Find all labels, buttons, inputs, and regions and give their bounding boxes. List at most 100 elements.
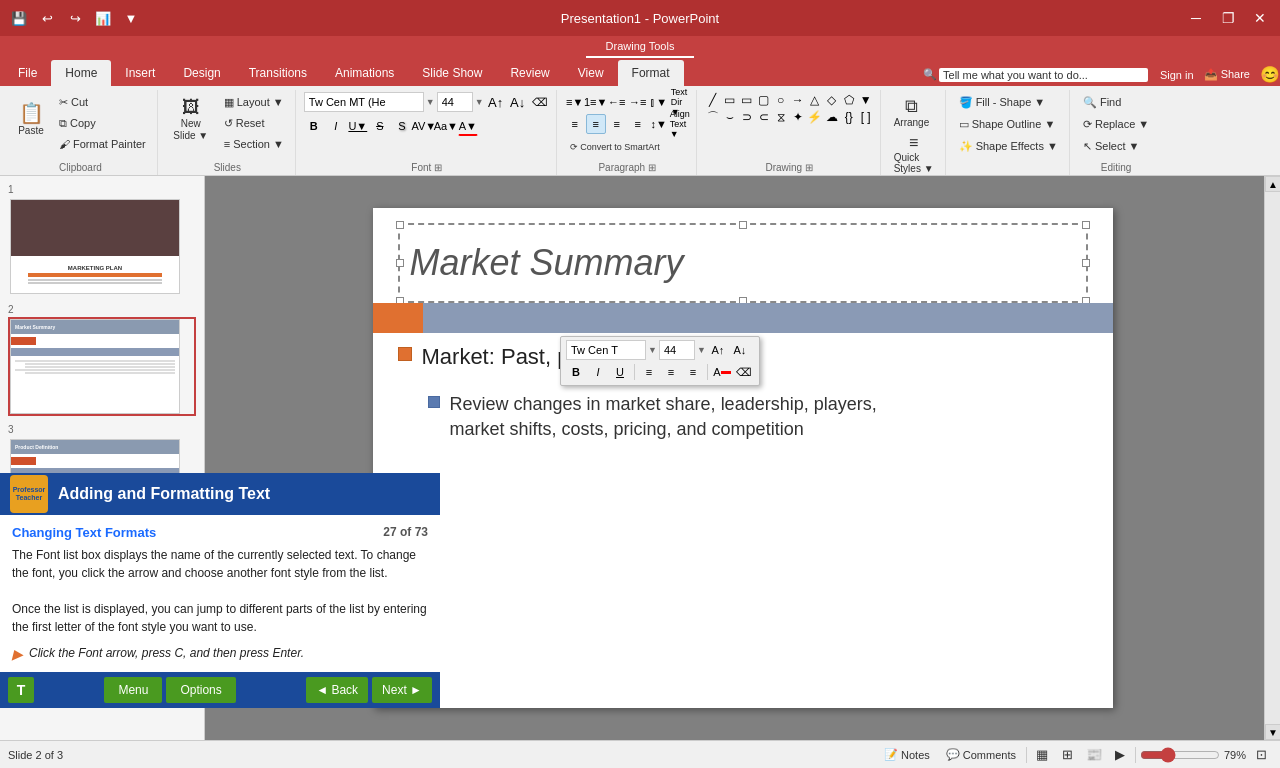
cut-button[interactable]: ✂ Cut — [54, 92, 151, 112]
comments-button[interactable]: 💬 Comments — [940, 745, 1022, 765]
ft-decrease-size[interactable]: A↓ — [730, 340, 750, 360]
prof-t-button[interactable]: T — [8, 677, 34, 703]
close-button[interactable]: ✕ — [1248, 6, 1272, 30]
new-slide-button[interactable]: 🖼 NewSlide ▼ — [166, 92, 216, 148]
shape-diamond[interactable]: ◇ — [824, 92, 840, 108]
shape-rect[interactable]: ▭ — [722, 92, 738, 108]
tab-transitions[interactable]: Transitions — [235, 60, 321, 86]
shapes-more[interactable]: ▼ — [858, 92, 874, 108]
decrease-font-button[interactable]: A↓ — [508, 92, 528, 112]
layout-button[interactable]: ▦ Layout ▼ — [219, 92, 289, 112]
save-button[interactable]: 💾 — [8, 7, 30, 29]
signin-button[interactable]: Sign in — [1160, 69, 1194, 81]
tab-view[interactable]: View — [564, 60, 618, 86]
clear-format-button[interactable]: ⌫ — [530, 92, 550, 112]
char-spacing-button[interactable]: AV▼ — [414, 116, 434, 136]
shape-s4[interactable]: ⊂ — [756, 109, 772, 125]
scroll-down-arrow[interactable]: ▼ — [1265, 724, 1280, 740]
shape-round[interactable]: ▢ — [756, 92, 772, 108]
bullets-button[interactable]: ≡▼ — [565, 92, 585, 112]
ft-font-input[interactable] — [566, 340, 646, 360]
arrange-button[interactable]: ⧉ Arrange — [889, 92, 935, 132]
tab-slideshow[interactable]: Slide Show — [408, 60, 496, 86]
convert-smartart-button[interactable]: ⟳ Convert to SmartArt — [565, 137, 665, 157]
font-size-box[interactable]: 44 — [437, 92, 473, 112]
increase-font-button[interactable]: A↑ — [486, 92, 506, 112]
shape-s3[interactable]: ⊃ — [739, 109, 755, 125]
font-name-box[interactable]: Tw Cen MT (He — [304, 92, 424, 112]
fit-slide-button[interactable]: ⊡ — [1250, 744, 1272, 766]
shape-s8[interactable]: ☁ — [824, 109, 840, 125]
presentation-icon[interactable]: 📊 — [92, 7, 114, 29]
align-center-button[interactable]: ≡ — [586, 114, 606, 134]
shape-effects-button[interactable]: ✨ Shape Effects ▼ — [954, 136, 1063, 156]
reset-button[interactable]: ↺ Reset — [219, 113, 289, 133]
align-right-button[interactable]: ≡ — [607, 114, 627, 134]
ft-font-arrow[interactable]: ▼ — [648, 345, 657, 355]
ft-increase-size[interactable]: A↑ — [708, 340, 728, 360]
zoom-slider[interactable] — [1140, 747, 1220, 763]
view-slideshow-button[interactable]: ▶ — [1109, 744, 1131, 766]
shape-s7[interactable]: ⚡ — [807, 109, 823, 125]
tab-file[interactable]: File — [4, 60, 51, 86]
view-normal-button[interactable]: ▦ — [1031, 744, 1053, 766]
ft-align-left[interactable]: ≡ — [639, 362, 659, 382]
tab-animations[interactable]: Animations — [321, 60, 408, 86]
search-box[interactable]: 🔍 Tell me what you want to do... — [923, 68, 1148, 82]
view-sorter-button[interactable]: ⊞ — [1057, 744, 1079, 766]
copy-button[interactable]: ⧉ Copy — [54, 113, 151, 133]
find-button[interactable]: 🔍 Find — [1078, 92, 1126, 112]
format-painter-button[interactable]: 🖌 Format Painter — [54, 134, 151, 154]
paste-button[interactable]: 📋 Paste — [10, 92, 52, 148]
shape-s10[interactable]: [ ] — [858, 109, 874, 125]
handle-tl[interactable] — [396, 221, 404, 229]
prof-next-button[interactable]: Next ► — [372, 677, 432, 703]
share-button[interactable]: 📤 Share — [1204, 68, 1250, 81]
shape-outline-button[interactable]: ▭ Shape Outline ▼ — [954, 114, 1061, 134]
font-color-button[interactable]: A▼ — [458, 116, 478, 136]
quick-styles-button[interactable]: ≡ QuickStyles ▼ — [889, 134, 939, 174]
font-name-arrow[interactable]: ▼ — [426, 97, 435, 107]
shadow-button[interactable]: S — [392, 116, 412, 136]
change-case-button[interactable]: Aa▼ — [436, 116, 456, 136]
ft-size-input[interactable] — [659, 340, 695, 360]
prof-menu-button[interactable]: Menu — [104, 677, 162, 703]
ft-align-center[interactable]: ≡ — [661, 362, 681, 382]
title-textbox[interactable]: Market Summary — [398, 223, 1088, 303]
scroll-up-arrow[interactable]: ▲ — [1265, 176, 1280, 192]
ft-underline-button[interactable]: U — [610, 362, 630, 382]
italic-button[interactable]: I — [326, 116, 346, 136]
bold-button[interactable]: B — [304, 116, 324, 136]
align-text-button[interactable]: Align Text ▼ — [670, 114, 690, 134]
notes-button[interactable]: 📝 Notes — [878, 745, 936, 765]
ft-bold-button[interactable]: B — [566, 362, 586, 382]
shape-pent[interactable]: ⬠ — [841, 92, 857, 108]
tab-review[interactable]: Review — [496, 60, 563, 86]
minimize-button[interactable]: ─ — [1184, 6, 1208, 30]
decrease-indent-button[interactable]: ←≡ — [607, 92, 627, 112]
shape-s5[interactable]: ⧖ — [773, 109, 789, 125]
tab-home[interactable]: Home — [51, 60, 111, 86]
ft-font-color[interactable]: A — [712, 362, 732, 382]
qat-dropdown[interactable]: ▼ — [120, 7, 142, 29]
align-left-button[interactable]: ≡ — [565, 114, 585, 134]
slide-1-thumb[interactable]: MARKETING PLAN — [8, 197, 196, 296]
redo-button[interactable]: ↪ — [64, 7, 86, 29]
tab-design[interactable]: Design — [169, 60, 234, 86]
ft-align-right[interactable]: ≡ — [683, 362, 703, 382]
handle-tr[interactable] — [1082, 221, 1090, 229]
handle-t[interactable] — [739, 221, 747, 229]
select-button[interactable]: ↖ Select ▼ — [1078, 136, 1145, 156]
vertical-scrollbar[interactable]: ▲ ▼ — [1264, 176, 1280, 740]
handle-l[interactable] — [396, 259, 404, 267]
tab-format[interactable]: Format — [618, 60, 684, 86]
shape-fill-button[interactable]: 🪣 Fill - Shape ▼ — [954, 92, 1051, 112]
ft-size-arrow[interactable]: ▼ — [697, 345, 706, 355]
numbering-button[interactable]: 1≡▼ — [586, 92, 606, 112]
font-size-arrow[interactable]: ▼ — [475, 97, 484, 107]
underline-button[interactable]: U▼ — [348, 116, 368, 136]
replace-button[interactable]: ⟳ Replace ▼ — [1078, 114, 1154, 134]
ft-italic-button[interactable]: I — [588, 362, 608, 382]
view-reading-button[interactable]: 📰 — [1083, 744, 1105, 766]
section-button[interactable]: ≡ Section ▼ — [219, 134, 289, 154]
